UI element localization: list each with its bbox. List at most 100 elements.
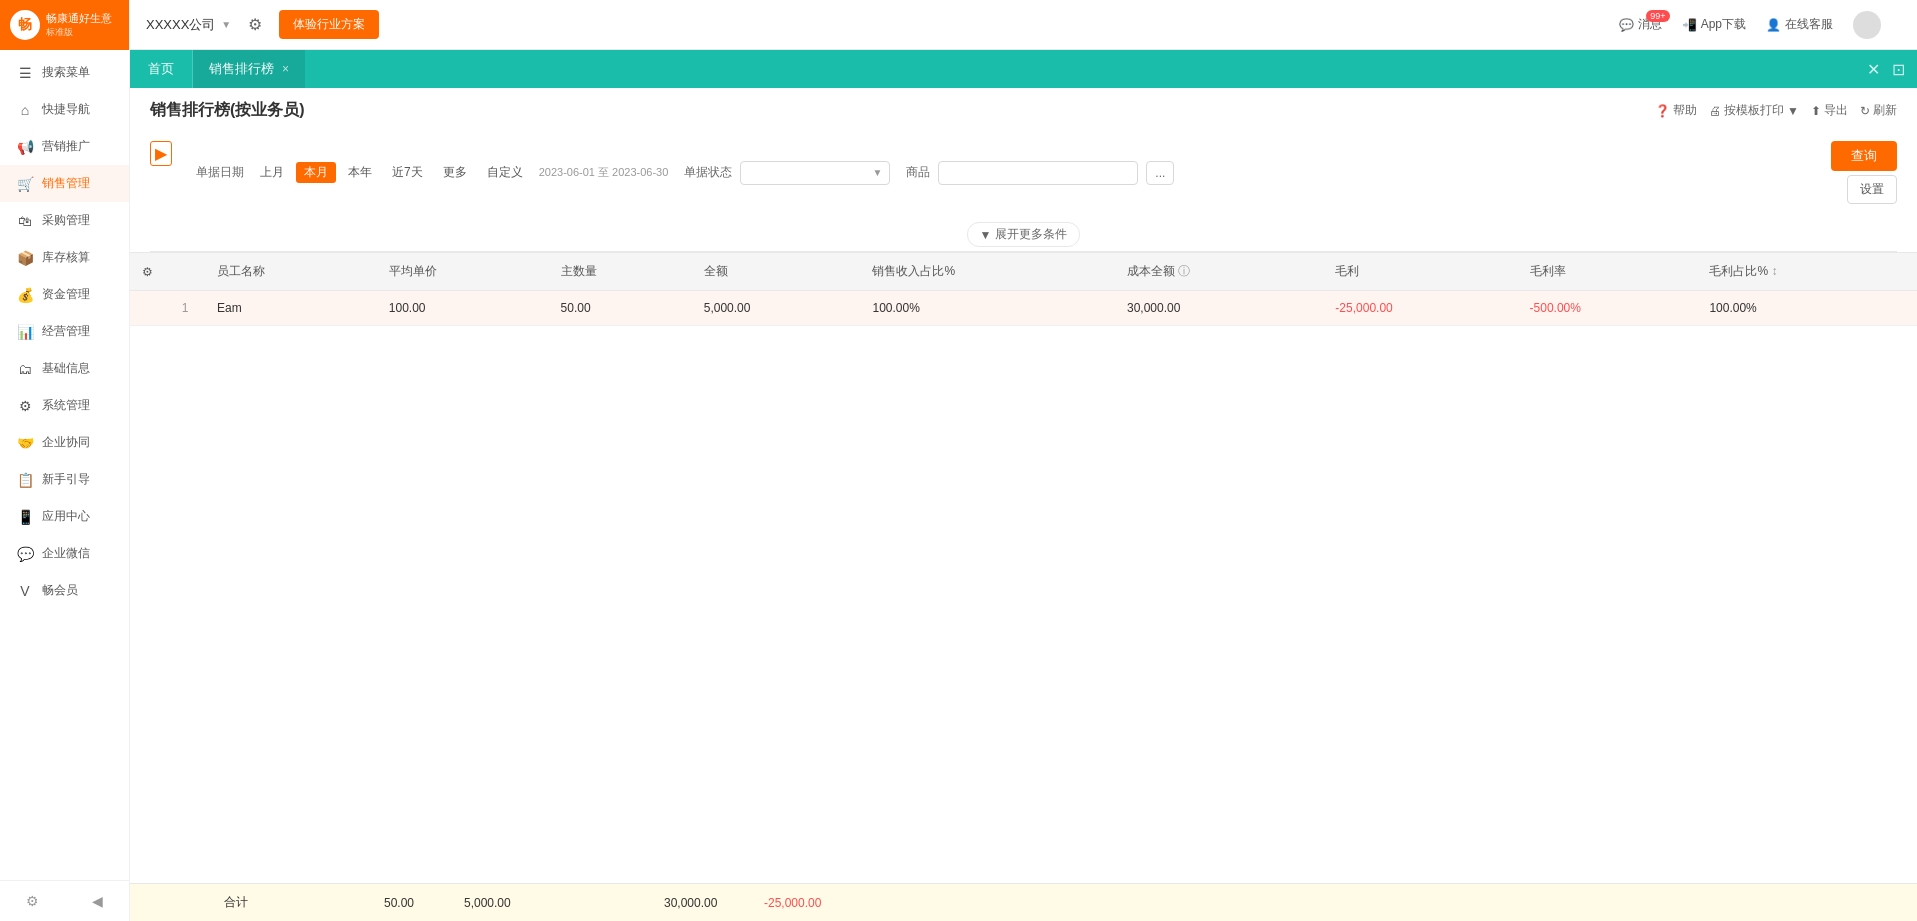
member-icon: V [16, 583, 34, 599]
col-cost: 成本全额 ⓘ [1115, 253, 1323, 291]
sidebar-collapse-button[interactable]: ◀ [84, 889, 111, 913]
sidebar-item-system[interactable]: ⚙ 系统管理 [0, 387, 129, 424]
filter-settings-button[interactable]: 设置 [1847, 175, 1897, 204]
export-icon: ⬆ [1811, 104, 1821, 118]
sidebar-item-label: 畅会员 [42, 582, 78, 599]
system-icon: ⚙ [16, 398, 34, 414]
row-rank-cell: 1 [165, 291, 205, 326]
wechat-icon: 💬 [16, 546, 34, 562]
sidebar-item-label: 资金管理 [42, 286, 90, 303]
online-service-button[interactable]: 👤 在线客服 [1766, 16, 1833, 33]
guide-icon: 📋 [16, 472, 34, 488]
row-cost-cell: 30,000.00 [1115, 291, 1323, 326]
date-tab-last-month[interactable]: 上月 [252, 162, 292, 183]
header-right: 💬 消息 99+ 📲 App下载 👤 在线客服 [1619, 11, 1901, 39]
goods-input[interactable] [938, 161, 1138, 185]
sidebar-item-label: 企业协同 [42, 434, 90, 451]
sidebar-item-guide[interactable]: 📋 新手引导 [0, 461, 129, 498]
sidebar-item-wechat[interactable]: 💬 企业微信 [0, 535, 129, 572]
date-tab-custom[interactable]: 自定义 [479, 162, 531, 183]
col-gross: 毛利 [1323, 253, 1517, 291]
filter-bar: ▶ 单据日期 上月 本月 本年 近7天 更多 [150, 133, 1897, 252]
footer-amount: 5,000.00 [452, 896, 552, 910]
sidebar-item-operations[interactable]: 📊 经营管理 [0, 313, 129, 350]
date-tab-this-year[interactable]: 本年 [340, 162, 380, 183]
sidebar-item-collab[interactable]: 🤝 企业协同 [0, 424, 129, 461]
gross-pct-sort-icon[interactable]: ↕ [1771, 264, 1777, 278]
expand-filter-arrow[interactable]: ▶ [150, 141, 172, 166]
message-badge: 99+ [1646, 10, 1669, 22]
sidebar: 畅 畅康通好生意 标准版 ☰ 搜索菜单 ⌂ 快捷导航 📢 营销推广 🛒 销售管理… [0, 0, 130, 921]
export-button[interactable]: ⬆ 导出 [1811, 102, 1848, 119]
page-content: 销售排行榜(按业务员) ❓ 帮助 🖨 按模板打印 ▼ ⬆ 导出 [130, 88, 1917, 921]
tab-home[interactable]: 首页 [130, 50, 193, 88]
goods-label: 商品 [906, 164, 930, 181]
goods-more-button[interactable]: ... [1146, 161, 1174, 185]
tab-sales-ranking[interactable]: 销售排行榜 × [193, 50, 305, 88]
purchase-icon: 🛍 [16, 213, 34, 229]
logo-area: 畅 畅康通好生意 标准版 [0, 0, 129, 50]
sidebar-item-member[interactable]: V 畅会员 [0, 572, 129, 609]
sidebar-item-finance[interactable]: 💰 资金管理 [0, 276, 129, 313]
row-gross-pct-cell: 100.00% [1697, 291, 1917, 326]
refresh-button[interactable]: ↻ 刷新 [1860, 102, 1897, 119]
col-employee-name: 员工名称 [205, 253, 377, 291]
sidebar-item-inventory[interactable]: 📦 库存核算 [0, 239, 129, 276]
tab-close-icon[interactable]: × [282, 62, 289, 76]
sidebar-item-apps[interactable]: 📱 应用中心 [0, 498, 129, 535]
expand-more-button[interactable]: ▼ 展开更多条件 [967, 222, 1081, 247]
search-menu-icon: ☰ [16, 65, 34, 81]
company-selector[interactable]: XXXXX公司 ▼ [146, 16, 231, 34]
sidebar-item-purchase[interactable]: 🛍 采购管理 [0, 202, 129, 239]
finance-icon: 💰 [16, 287, 34, 303]
page-header: 销售排行榜(按业务员) ❓ 帮助 🖨 按模板打印 ▼ ⬆ 导出 [130, 88, 1917, 253]
date-tab-more[interactable]: 更多 [435, 162, 475, 183]
date-tab-7days[interactable]: 近7天 [384, 162, 431, 183]
sidebar-bottom: ⚙ ◀ [0, 880, 129, 921]
date-tab-this-month[interactable]: 本月 [296, 162, 336, 183]
page-title: 销售排行榜(按业务员) [150, 100, 305, 121]
marketing-icon: 📢 [16, 139, 34, 155]
sidebar-item-search[interactable]: ☰ 搜索菜单 [0, 54, 129, 91]
sidebar-item-label: 基础信息 [42, 360, 90, 377]
footer-cells: 合计 50.00 5,000.00 30,000.00 -25,000.00 [142, 894, 1905, 911]
cost-info-icon[interactable]: ⓘ [1178, 264, 1190, 278]
top-header: XXXXX公司 ▼ ⚙ 体验行业方案 💬 消息 99+ 📲 App下载 👤 在线… [130, 0, 1917, 50]
sidebar-item-label: 销售管理 [42, 175, 90, 192]
tab-close-window-icon[interactable]: ✕ [1863, 56, 1884, 83]
sidebar-item-label: 经营管理 [42, 323, 90, 340]
row-amount-cell: 5,000.00 [692, 291, 861, 326]
sidebar-item-marketing[interactable]: 📢 营销推广 [0, 128, 129, 165]
col-qty: 主数量 [549, 253, 692, 291]
settings-gear-button[interactable]: ⚙ [241, 11, 269, 39]
tab-restore-icon[interactable]: ⊡ [1888, 56, 1909, 83]
row-name-cell: Eam [205, 291, 377, 326]
collab-icon: 🤝 [16, 435, 34, 451]
date-label: 单据日期 [196, 164, 244, 181]
logo-sub: 标准版 [46, 26, 112, 39]
date-tabs: 上月 本月 本年 近7天 更多 自定义 [252, 162, 531, 183]
sidebar-item-quicknav[interactable]: ⌂ 快捷导航 [0, 91, 129, 128]
sidebar-item-basic-info[interactable]: 🗂 基础信息 [0, 350, 129, 387]
sidebar-settings-button[interactable]: ⚙ [18, 889, 47, 913]
footer-gross: -25,000.00 [752, 896, 852, 910]
col-settings[interactable]: ⚙ [130, 253, 165, 291]
row-sales-pct-cell: 100.00% [860, 291, 1115, 326]
app-download-button[interactable]: 📲 App下载 [1682, 16, 1746, 33]
col-rank [165, 253, 205, 291]
query-button[interactable]: 查询 [1831, 141, 1897, 171]
message-button[interactable]: 💬 消息 99+ [1619, 16, 1662, 33]
table-footer: 合计 50.00 5,000.00 30,000.00 -25,000.00 [130, 883, 1917, 921]
print-chevron-icon: ▼ [1787, 104, 1799, 118]
print-button[interactable]: 🖨 按模板打印 ▼ [1709, 102, 1799, 119]
expand-chevron-icon: ▼ [980, 228, 992, 242]
sidebar-item-sales[interactable]: 🛒 销售管理 [0, 165, 129, 202]
status-select[interactable] [740, 161, 890, 185]
table-area: ⚙ 员工名称 平均单价 主数量 全额 销售收入占比% 成本全额 ⓘ 毛利 毛利率 [130, 253, 1917, 883]
sidebar-item-label: 搜索菜单 [42, 64, 90, 81]
trial-button[interactable]: 体验行业方案 [279, 10, 379, 39]
help-button[interactable]: ❓ 帮助 [1655, 102, 1697, 119]
expand-more-row: ▼ 展开更多条件 [150, 214, 1897, 251]
print-icon: 🖨 [1709, 104, 1721, 118]
data-table: ⚙ 员工名称 平均单价 主数量 全额 销售收入占比% 成本全额 ⓘ 毛利 毛利率 [130, 253, 1917, 326]
